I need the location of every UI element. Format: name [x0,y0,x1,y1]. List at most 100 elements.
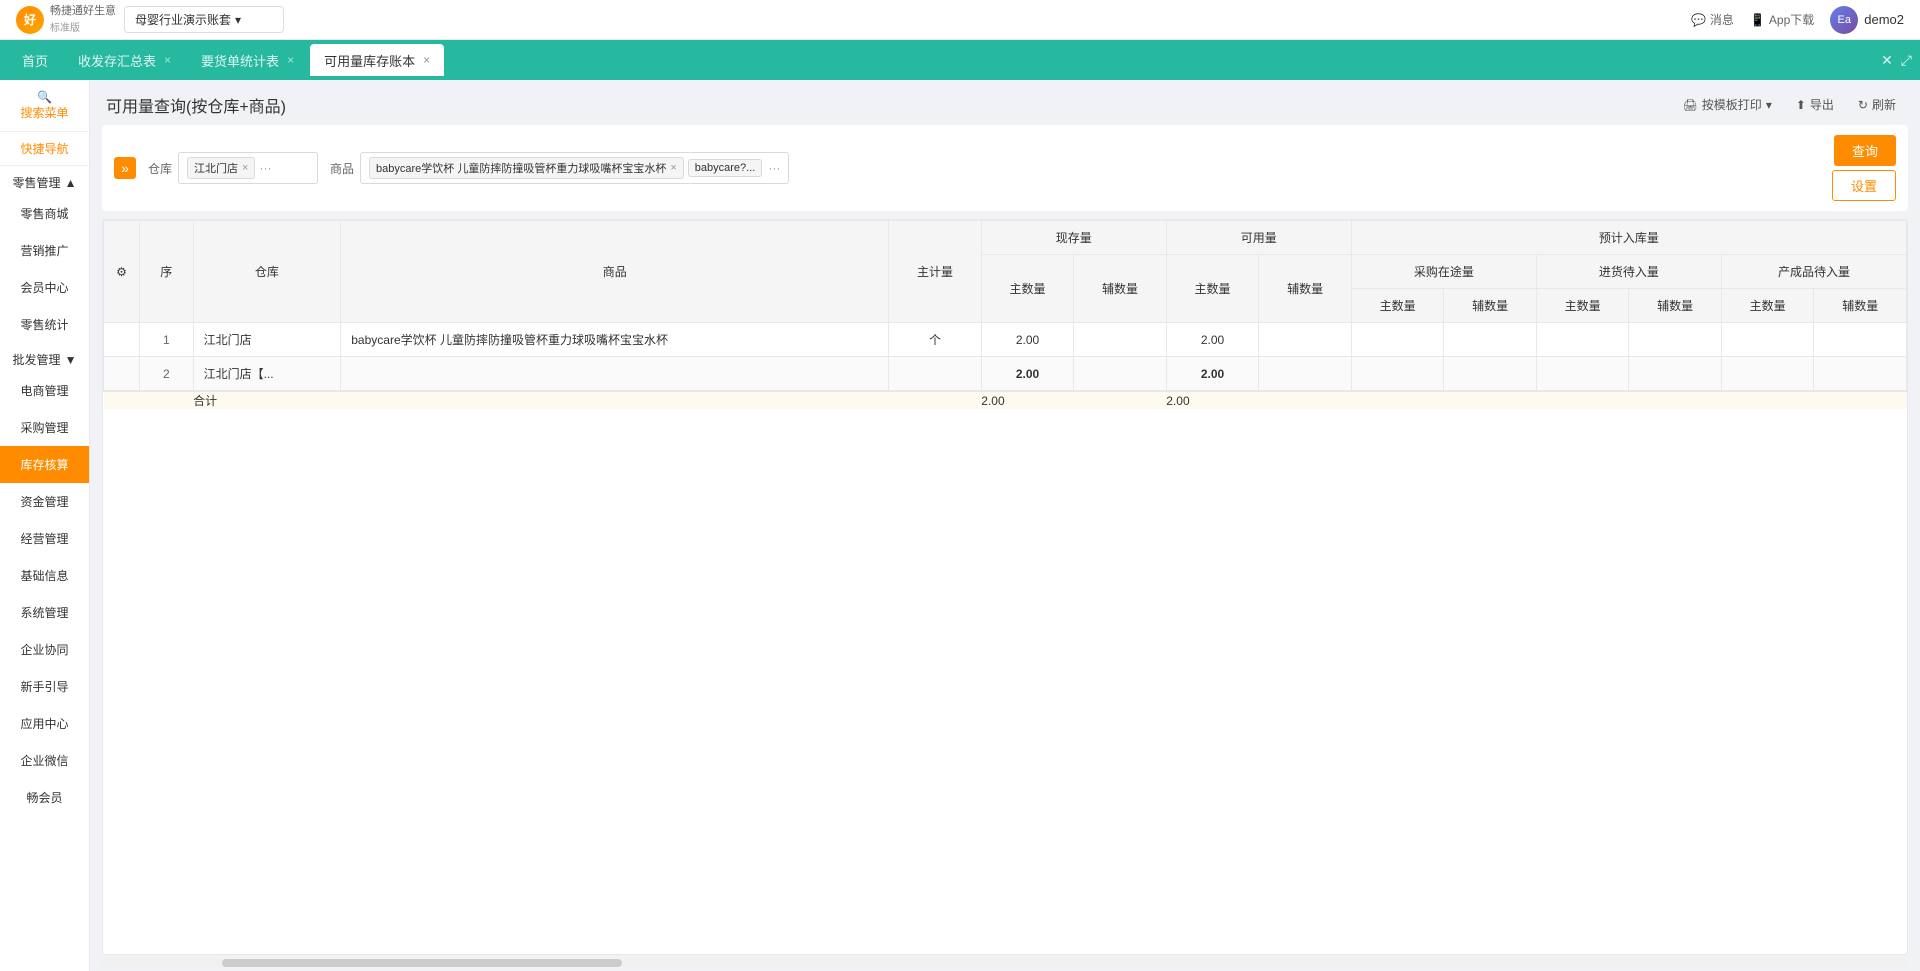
product-label: 商品 [330,160,354,177]
message-button[interactable]: 💬 消息 [1691,11,1734,28]
page-header: 可用量查询(按仓库+商品) 🖨 按模板打印 ▾ ⬆ 导出 ↻ 刷新 [90,80,1920,125]
cell-row2-stock-aux [1074,357,1167,392]
warehouse-more-icon[interactable]: ··· [259,161,271,175]
total-inbound-aux [1629,391,1722,409]
sidebar-label-purchase: 采购管理 [20,419,68,436]
th-purchase-sub: 采购在途量 [1351,255,1536,289]
sidebar-item-basic-info[interactable]: 基础信息 [0,557,89,594]
tab-close-all-button[interactable]: ✕ [1881,52,1893,69]
refresh-icon: ↻ [1858,98,1868,112]
cell-row1-inbound-aux [1629,323,1722,357]
user-area[interactable]: Ea demo2 [1830,6,1904,34]
cell-row2-avail-main: 2.00 [1166,357,1259,392]
cell-row1-stock-aux [1074,323,1167,357]
cell-row2-warehouse: 江北门店【... [193,357,341,392]
export-button[interactable]: ⬆ 导出 [1788,92,1842,117]
sidebar-item-system[interactable]: 系统管理 [0,594,89,631]
cell-row2-unit [889,357,982,392]
th-settings[interactable]: ⚙ [104,221,140,323]
tab-order-stat-label: 要货单统计表 [201,51,279,70]
sidebar-item-purchase[interactable]: 采购管理 [0,409,89,446]
cell-row2-produce-aux [1814,357,1907,392]
product-input[interactable]: babycare学饮杯 儿童防摔防撞吸管杯重力球吸嘴杯宝宝水杯 × babyca… [360,152,789,184]
cell-row1-produce-main [1721,323,1814,357]
sidebar-item-operations[interactable]: 经营管理 [0,520,89,557]
sidebar-label-system: 系统管理 [20,604,68,621]
product-more-icon[interactable]: ··· [768,161,780,175]
setting-button[interactable]: 设置 [1832,170,1896,201]
sidebar-item-retail-mall[interactable]: 零售商城 [0,195,89,232]
th-produce-sub: 产成品待入量 [1721,255,1906,289]
data-table: ⚙ 序 仓库 商品 主计量 现存量 可用量 预计入库量 主数量 辅数量 主数量 [103,220,1907,409]
sidebar-label-inventory: 库存核算 [20,456,68,473]
total-produce-aux [1814,391,1907,409]
sidebar-label-wholesale-mgmt: 批发管理 [13,351,61,368]
expand-button[interactable]: » [114,157,136,179]
cell-row2-settings [104,357,140,392]
cell-row1-inbound-main [1536,323,1629,357]
sidebar-item-finance[interactable]: 资金管理 [0,483,89,520]
cell-row1-product: babycare学饮杯 儿童防摔防撞吸管杯重力球吸嘴杯宝宝水杯 [341,323,889,357]
print-label: 按模板打印 [1702,96,1762,113]
cell-row1-purchase-main [1351,323,1444,357]
logo-icon: 好 [16,6,44,34]
cell-row1-avail-aux [1259,323,1352,357]
sidebar-item-enterprise[interactable]: 企业协同 [0,631,89,668]
app-download-button[interactable]: 📱 App下载 [1750,11,1814,28]
sidebar-item-newbie[interactable]: 新手引导 [0,668,89,705]
horizontal-scrollbar[interactable] [102,959,1908,967]
sidebar-item-retail-mgmt[interactable]: 零售管理 ▲ [0,166,89,195]
sidebar-label-vip: 畅会员 [26,789,62,806]
sidebar-item-app-center[interactable]: 应用中心 [0,705,89,742]
tab-order-stat[interactable]: 要货单统计表 × [187,44,308,76]
sidebar-item-ecommerce[interactable]: 电商管理 [0,372,89,409]
sidebar-item-wechat[interactable]: 企业微信 [0,742,89,779]
product-tag-1-close[interactable]: × [670,162,676,174]
warehouse-label: 仓库 [148,160,172,177]
tab-available-close[interactable]: × [423,53,430,67]
print-button[interactable]: 🖨 按模板打印 ▾ [1675,92,1780,117]
user-avatar: Ea [1830,6,1858,34]
query-button[interactable]: 查询 [1834,135,1896,166]
cell-row2-purchase-main [1351,357,1444,392]
sidebar-item-retail-stat[interactable]: 零售统计 [0,306,89,343]
warehouse-filter: 仓库 江北门店 × ··· [148,152,318,184]
tab-home[interactable]: 首页 [8,44,62,76]
tab-expand-button[interactable]: ⤢ [1901,52,1912,69]
total-product [341,391,889,409]
tab-receive[interactable]: 收发存汇总表 × [64,44,185,76]
warehouse-tag-close[interactable]: × [242,162,248,174]
chevron-down-icon: ▼ [65,353,77,367]
top-bar: 好 畅捷通好生意 标准版 母婴行业演示账套 ▾ 💬 消息 📱 App下载 Ea … [0,0,1920,40]
tab-order-stat-close[interactable]: × [287,53,294,67]
sidebar-quick-nav[interactable]: 快捷导航 [0,132,89,166]
org-selector[interactable]: 母婴行业演示账套 ▾ [124,6,284,33]
th-product: 商品 [341,221,889,323]
tab-available[interactable]: 可用量库存账本 × [310,44,444,76]
sidebar-item-member[interactable]: 会员中心 [0,269,89,306]
sidebar-label-marketing: 营销推广 [20,242,68,259]
warehouse-tag-value: 江北门店 [194,160,238,176]
cell-row2-inbound-main [1536,357,1629,392]
app-icon: 📱 [1750,13,1765,27]
sidebar-item-wholesale-mgmt[interactable]: 批发管理 ▼ [0,343,89,372]
sidebar-label-enterprise: 企业协同 [20,641,68,658]
tab-receive-close[interactable]: × [164,53,171,67]
product-tag-2-value: babycare?... [695,162,756,174]
scroll-thumb[interactable] [222,959,622,967]
sidebar-item-inventory[interactable]: 库存核算 [0,446,89,483]
sidebar-quick-nav-label: 快捷导航 [20,142,68,156]
th-purchase-main: 主数量 [1351,289,1444,323]
filter-panel: » 仓库 江北门店 × ··· 商品 babycare学饮杯 儿童防摔防撞吸管杯… [102,125,1908,211]
cell-row1-settings [104,323,140,357]
org-dropdown-icon: ▾ [235,13,241,27]
th-stock-group: 现存量 [981,221,1166,255]
message-label: 消息 [1710,11,1734,28]
cell-row1-avail-main: 2.00 [1166,323,1259,357]
warehouse-input[interactable]: 江北门店 × ··· [178,152,318,184]
export-icon: ⬆ [1796,98,1806,112]
sidebar-search[interactable]: 🔍 搜索菜单 [0,80,89,132]
sidebar-item-vip[interactable]: 畅会员 [0,779,89,816]
refresh-button[interactable]: ↻ 刷新 [1850,92,1904,117]
sidebar-item-marketing[interactable]: 营销推广 [0,232,89,269]
